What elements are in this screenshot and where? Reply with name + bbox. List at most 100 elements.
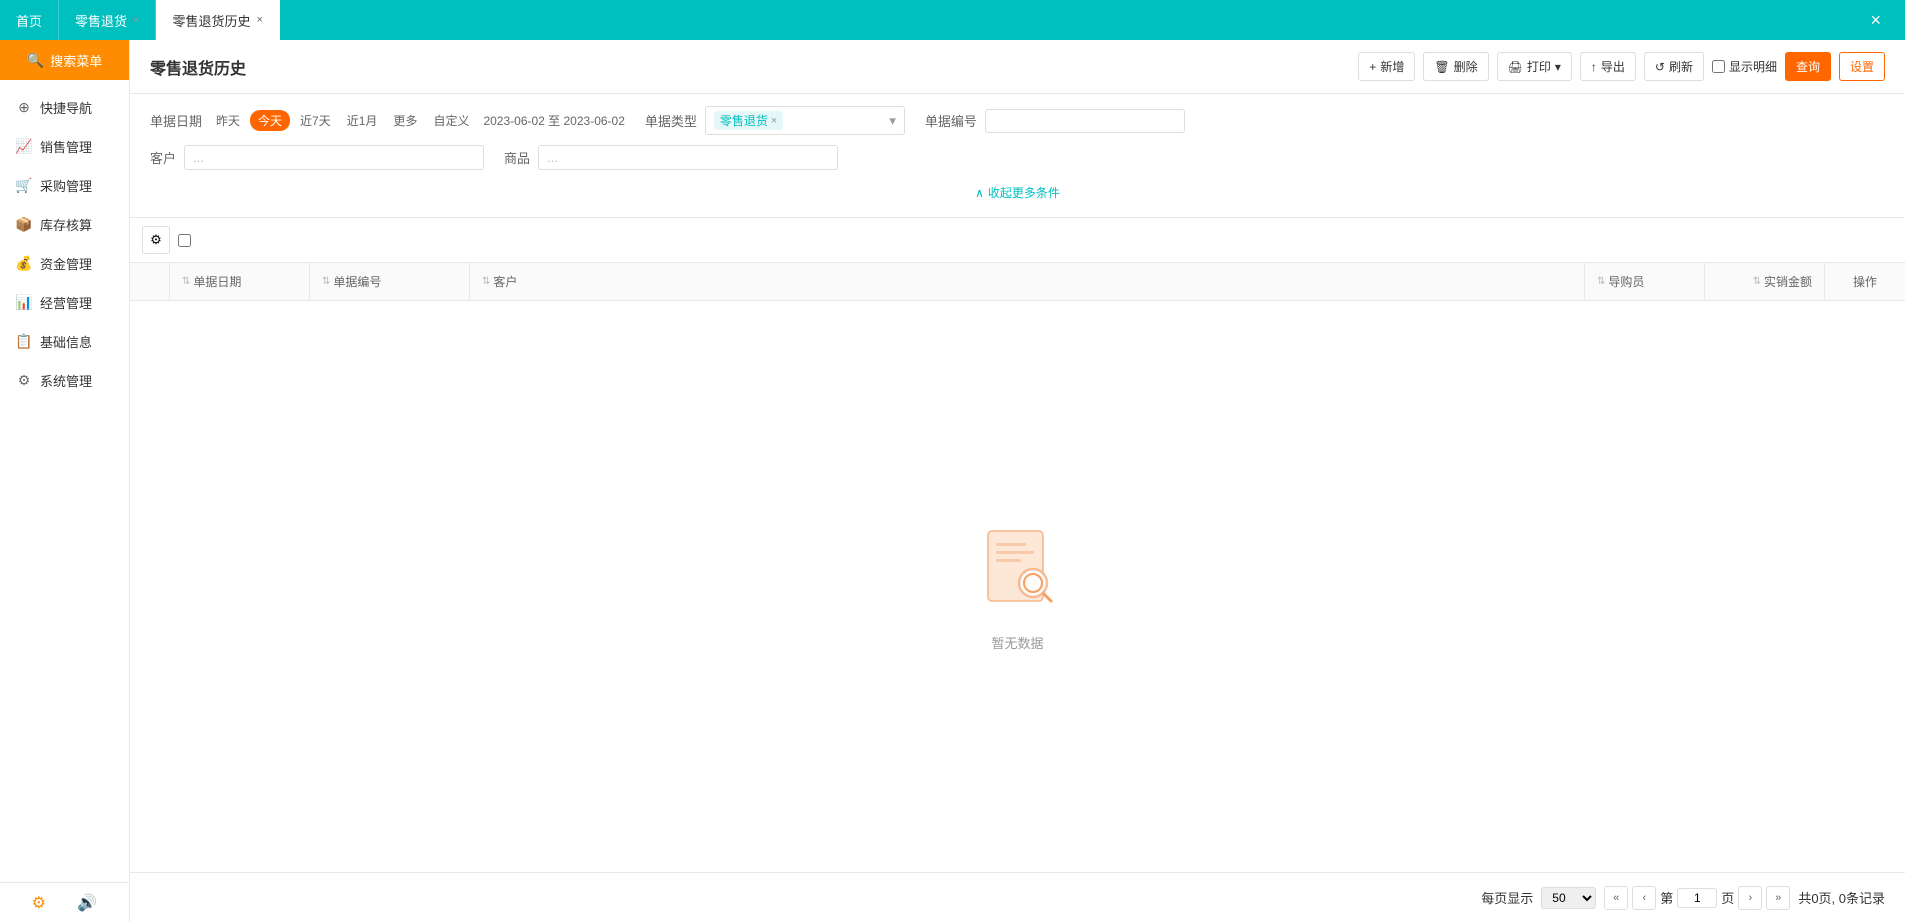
- sort-asc-icon: ⇅: [1753, 276, 1761, 287]
- th-customer-label: 客户: [493, 273, 517, 290]
- sort-asc-icon: ⇅: [482, 276, 490, 287]
- sort-asc-icon: ⇅: [1597, 276, 1605, 287]
- tab-list: 首页 零售退货 × 零售退货历史 ×: [0, 0, 1862, 40]
- export-label: 导出: [1601, 58, 1625, 75]
- sidebar-item-inventory[interactable]: 📦 库存核算: [0, 205, 129, 244]
- export-button[interactable]: ↑ 导出: [1580, 52, 1636, 81]
- per-page-select[interactable]: 10 20 50 100: [1541, 887, 1596, 909]
- filter-customer-select[interactable]: ...: [184, 145, 484, 170]
- print-button[interactable]: 🖨 打印 ▾: [1497, 52, 1572, 81]
- table-body: 暂无数据: [130, 301, 1905, 872]
- th-action-label: 操作: [1853, 273, 1877, 290]
- sidebar-item-label: 库存核算: [40, 215, 92, 234]
- sidebar-item-quick-nav[interactable]: ⊕ 快捷导航: [0, 88, 129, 127]
- table-toolbar: ⚙: [130, 218, 1905, 263]
- purchase-icon: 🛒: [16, 178, 32, 194]
- filter-customer-label: 客户: [150, 148, 176, 167]
- window-close-button[interactable]: ×: [1862, 10, 1889, 31]
- last-page-button[interactable]: »: [1766, 886, 1790, 910]
- export-icon: ↑: [1591, 60, 1597, 74]
- tab-history[interactable]: 零售退货历史 ×: [156, 0, 279, 40]
- delete-label: 删除: [1454, 58, 1478, 75]
- add-label: 新增: [1380, 58, 1404, 75]
- sidebar-nav: ⊕ 快捷导航 📈 销售管理 🛒 采购管理 📦 库存核算 💰 资金管理 📊: [0, 80, 129, 882]
- tab-home-label: 首页: [16, 11, 42, 30]
- print-icon: 🖨: [1508, 60, 1523, 74]
- filter-bill-type-select[interactable]: 零售退货 × ▾: [705, 106, 905, 135]
- sidebar-item-basic-info[interactable]: 📋 基础信息: [0, 322, 129, 361]
- refresh-icon: ↺: [1655, 60, 1665, 74]
- sidebar-item-operations[interactable]: 📊 经营管理: [0, 283, 129, 322]
- sidebar-search[interactable]: 🔍 搜索菜单: [0, 40, 129, 80]
- next-page-button[interactable]: ›: [1738, 886, 1762, 910]
- sidebar-item-purchase[interactable]: 🛒 采购管理: [0, 166, 129, 205]
- query-label: 查询: [1796, 58, 1820, 75]
- th-customer[interactable]: ⇅ 客户: [470, 263, 1585, 300]
- show-detail-label: 显示明细: [1729, 58, 1777, 75]
- tab-return[interactable]: 零售退货 ×: [59, 0, 156, 40]
- prev-page-button[interactable]: ‹: [1632, 886, 1656, 910]
- finance-icon: 💰: [16, 256, 32, 272]
- table-settings-button[interactable]: ⚙: [142, 226, 170, 254]
- filter-bill-number-input[interactable]: [985, 109, 1185, 133]
- customer-placeholder: ...: [193, 150, 204, 165]
- add-button[interactable]: + 新增: [1358, 52, 1415, 81]
- collapse-label: 收起更多条件: [988, 184, 1060, 201]
- date-btn-today[interactable]: 今天: [250, 110, 290, 131]
- topbar-right: ×: [1862, 10, 1905, 31]
- th-amount[interactable]: ⇅ 实销金额: [1705, 263, 1825, 300]
- page-actions: + 新增 🗑 删除 🖨 打印 ▾ ↑ 导出 ↺ 刷新: [1358, 52, 1885, 93]
- date-btn-more[interactable]: 更多: [387, 110, 423, 131]
- filter-collapse-row: ∧ 收起更多条件: [150, 180, 1885, 205]
- filter-goods-select[interactable]: ...: [538, 145, 838, 170]
- filter-bill-number-label: 单据编号: [925, 111, 977, 130]
- delete-icon: 🗑: [1434, 60, 1449, 74]
- show-detail-checkbox[interactable]: [1712, 60, 1725, 73]
- sidebar-item-label: 快捷导航: [40, 98, 92, 117]
- th-guide[interactable]: ⇅ 导购员: [1585, 263, 1705, 300]
- date-btn-yesterday[interactable]: 昨天: [210, 110, 246, 131]
- delete-button[interactable]: 🗑 删除: [1423, 52, 1488, 81]
- filter-row-1: 单据日期 昨天 今天 近7天 近1月 更多 自定义 2023-06-02 至 2…: [150, 106, 1885, 135]
- sort-asc-icon: ⇅: [322, 276, 330, 287]
- page-number-input[interactable]: [1677, 888, 1717, 908]
- page-nav: « ‹ 第 页 › »: [1604, 886, 1790, 910]
- sidebar-item-label: 采购管理: [40, 176, 92, 195]
- show-detail-checkbox-label[interactable]: 显示明细: [1712, 58, 1777, 75]
- tab-return-label: 零售退货: [75, 11, 127, 30]
- th-date[interactable]: ⇅ 单据日期: [170, 263, 310, 300]
- tab-history-close[interactable]: ×: [256, 14, 262, 26]
- sidebar-item-label: 经营管理: [40, 293, 92, 312]
- date-btn-7days[interactable]: 近7天: [294, 110, 337, 131]
- th-number[interactable]: ⇅ 单据编号: [310, 263, 470, 300]
- sidebar-item-label: 资金管理: [40, 254, 92, 273]
- collapse-button[interactable]: ∧ 收起更多条件: [963, 180, 1072, 205]
- first-page-button[interactable]: «: [1604, 886, 1628, 910]
- sidebar-bottom: ⚙ 🔊: [0, 882, 129, 922]
- select-all-checkbox[interactable]: [178, 234, 191, 247]
- tab-home[interactable]: 首页: [0, 0, 59, 40]
- tab-return-close[interactable]: ×: [133, 14, 139, 26]
- print-label: 打印: [1527, 58, 1551, 75]
- refresh-button[interactable]: ↺ 刷新: [1644, 52, 1704, 81]
- query-button[interactable]: 查询: [1785, 52, 1831, 81]
- date-btn-custom[interactable]: 自定义: [427, 110, 475, 131]
- sales-icon: 📈: [16, 139, 32, 155]
- audio-bottom-icon[interactable]: 🔊: [77, 893, 97, 913]
- date-btn-1month[interactable]: 近1月: [341, 110, 384, 131]
- filter-bill-type-item: 单据类型 零售退货 × ▾: [645, 106, 905, 135]
- sidebar-item-finance[interactable]: 💰 资金管理: [0, 244, 129, 283]
- refresh-label: 刷新: [1669, 58, 1693, 75]
- sidebar-item-system[interactable]: ⚙ 系统管理: [0, 361, 129, 400]
- settings-button[interactable]: 设置: [1839, 52, 1885, 81]
- th-guide-label: 导购员: [1608, 273, 1644, 290]
- inventory-icon: 📦: [16, 217, 32, 233]
- page-header: 零售退货历史 + 新增 🗑 删除 🖨 打印 ▾ ↑ 导出: [130, 40, 1905, 94]
- bill-type-tag-close[interactable]: ×: [771, 115, 777, 127]
- print-dropdown-icon: ▾: [1555, 60, 1561, 74]
- sidebar-item-sales[interactable]: 📈 销售管理: [0, 127, 129, 166]
- filter-bill-type-label: 单据类型: [645, 111, 697, 130]
- select-dropdown-icon: ▾: [889, 113, 896, 129]
- th-date-label: 单据日期: [193, 273, 241, 290]
- settings-bottom-icon[interactable]: ⚙: [32, 893, 46, 913]
